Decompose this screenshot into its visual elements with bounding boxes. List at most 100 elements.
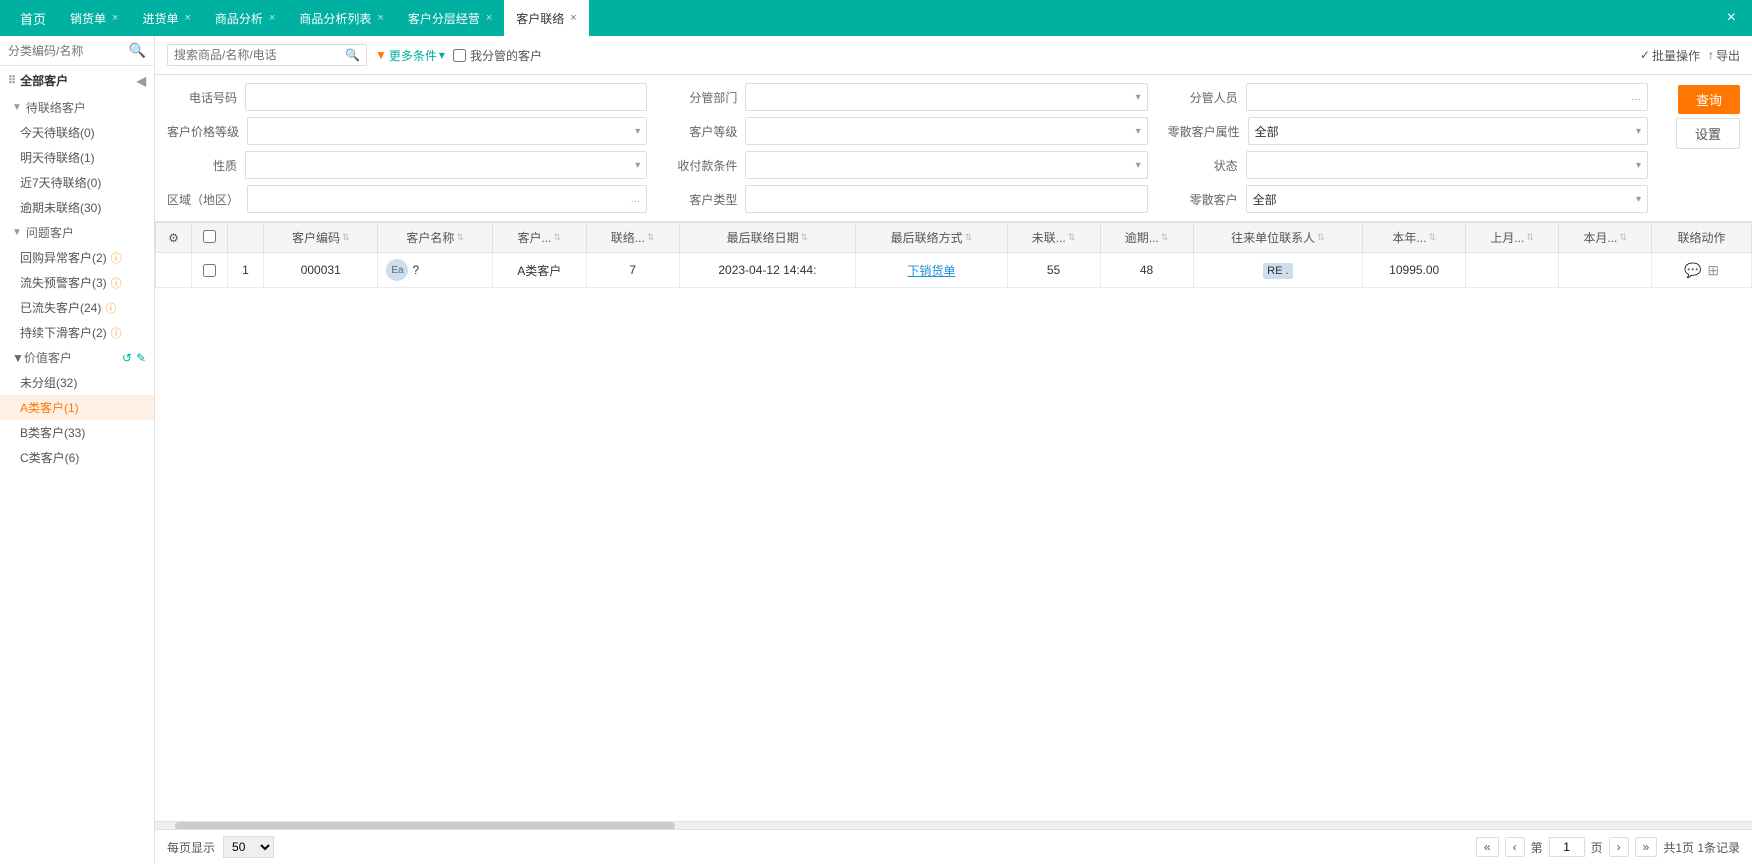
- action-icons: 💬 ⊞: [1660, 262, 1743, 279]
- th-check[interactable]: [192, 223, 228, 253]
- no-contact-sort-icon: ⇅: [1068, 232, 1076, 243]
- close-purchase-tab-icon[interactable]: ×: [184, 12, 190, 24]
- nav-tab-purchase[interactable]: 进货单 ×: [130, 0, 202, 36]
- sidebar-search-input[interactable]: [8, 44, 129, 58]
- sidebar-item-b-customers[interactable]: B类客户(33): [0, 420, 154, 445]
- sidebar-group-pending-contact[interactable]: ▼ 待联络客户: [0, 95, 154, 120]
- sidebar-search-icon[interactable]: 🔍: [129, 42, 146, 59]
- sidebar-item-unclassified[interactable]: 未分组(32): [0, 370, 154, 395]
- td-code-cell: 000031: [264, 253, 378, 288]
- qr-icon[interactable]: ⊞: [1707, 262, 1719, 279]
- batch-op-button[interactable]: ✓ 批量操作: [1640, 47, 1700, 64]
- sidebar-search-bar: 🔍: [0, 36, 154, 66]
- nav-tab-customer-contact[interactable]: 客户联络 ×: [504, 0, 588, 36]
- td-name-cell: Ea ?: [378, 253, 492, 288]
- export-button[interactable]: ↑ 导出: [1708, 47, 1740, 64]
- th-overdue[interactable]: 逾期... ⇅: [1100, 223, 1193, 253]
- filter-cell-region: 区域（地区） …: [167, 185, 647, 213]
- warn-icon-4: ⓘ: [111, 325, 122, 341]
- close-analysis-list-tab-icon[interactable]: ×: [377, 12, 383, 24]
- th-code[interactable]: 客户编码 ⇅: [264, 223, 378, 253]
- overdue-sort-icon: ⇅: [1161, 232, 1169, 243]
- sidebar-item-7days-contact[interactable]: 近7天待联络(0): [0, 170, 154, 195]
- th-no-contact[interactable]: 未联... ⇅: [1007, 223, 1100, 253]
- first-page-button[interactable]: «: [1476, 837, 1499, 857]
- last-date-sort-icon: ⇅: [801, 232, 809, 243]
- filter-search-input[interactable]: [174, 48, 345, 62]
- status-arrow-icon: ▾: [1636, 160, 1641, 171]
- nature-select[interactable]: ▾: [245, 151, 647, 179]
- sidebar-item-a-customers[interactable]: A类客户(1): [0, 395, 154, 420]
- row-checkbox[interactable]: [203, 264, 216, 277]
- sidebar-item-today-contact[interactable]: 今天待联络(0): [0, 120, 154, 145]
- this-month-sort-icon: ⇅: [1619, 232, 1627, 243]
- td-last-method-cell: 下销货单: [856, 253, 1007, 288]
- th-last-month[interactable]: 上月... ⇅: [1466, 223, 1559, 253]
- select-all-checkbox[interactable]: [203, 230, 216, 243]
- collapse-icon: ◀: [137, 74, 146, 88]
- sidebar-group-value-customers[interactable]: ▼ 价值客户 ↺ ✎: [0, 345, 154, 370]
- dept-select[interactable]: ▾: [745, 83, 1147, 111]
- retail-customer-arrow-icon: ▾: [1636, 194, 1641, 205]
- customer-type-select[interactable]: [745, 185, 1147, 213]
- triangle-icon3: ▼: [12, 351, 24, 365]
- filter-more-button[interactable]: ▼ 更多条件 ▾: [375, 47, 445, 64]
- nav-home[interactable]: 首页: [8, 9, 58, 28]
- query-button[interactable]: 查询: [1678, 85, 1740, 114]
- td-type-cell: A类客户: [492, 253, 586, 288]
- last-page-button[interactable]: »: [1635, 837, 1658, 857]
- filter-search-icon[interactable]: 🔍: [345, 48, 360, 62]
- refresh-icon[interactable]: ↺: [122, 351, 132, 365]
- close-all-tabs-button[interactable]: ×: [1719, 9, 1744, 27]
- per-page-select[interactable]: 50 100 200: [223, 836, 274, 858]
- sidebar-item-c-customers[interactable]: C类客户(6): [0, 445, 154, 470]
- sidebar-item-churned[interactable]: 已流失客户(24) ⓘ: [0, 295, 154, 320]
- sidebar-item-churn-warning[interactable]: 流失预警客户(3) ⓘ: [0, 270, 154, 295]
- phone-input[interactable]: [245, 83, 647, 111]
- horizontal-scrollbar[interactable]: [155, 821, 1752, 829]
- th-this-year[interactable]: 本年... ⇅: [1363, 223, 1466, 253]
- region-dots-icon: …: [630, 194, 640, 205]
- sidebar-group-problem-customers[interactable]: ▼ 问题客户: [0, 220, 154, 245]
- retail-customer-select[interactable]: 全部▾: [1246, 185, 1648, 213]
- th-last-date[interactable]: 最后联络日期 ⇅: [679, 223, 856, 253]
- settings-button[interactable]: 设置: [1676, 118, 1740, 149]
- edit-icon[interactable]: ✎: [136, 351, 146, 365]
- nav-tab-analysis-list[interactable]: 商品分析列表 ×: [287, 0, 395, 36]
- manager-select[interactable]: …: [1246, 83, 1648, 111]
- last-method-link[interactable]: 下销货单: [907, 264, 955, 278]
- triangle-icon2: ▼: [12, 227, 22, 238]
- close-segment-tab-icon[interactable]: ×: [486, 12, 492, 24]
- region-select[interactable]: …: [247, 185, 647, 213]
- my-customers-checkbox[interactable]: [453, 49, 466, 62]
- th-settings[interactable]: ⚙: [156, 223, 192, 253]
- prev-page-button[interactable]: ‹: [1505, 837, 1525, 857]
- retail-attr-select[interactable]: 全部▾: [1248, 117, 1648, 145]
- nav-tab-customer-segment[interactable]: 客户分层经营 ×: [396, 0, 504, 36]
- nav-tab-analysis[interactable]: 商品分析 ×: [203, 0, 287, 36]
- sidebar-item-tomorrow-contact[interactable]: 明天待联络(1): [0, 145, 154, 170]
- nav-tab-sales[interactable]: 销货单 ×: [58, 0, 130, 36]
- status-select[interactable]: ▾: [1246, 151, 1648, 179]
- next-page-button[interactable]: ›: [1609, 837, 1629, 857]
- message-icon[interactable]: 💬: [1684, 262, 1701, 279]
- sidebar-item-declining[interactable]: 持续下滑客户(2) ⓘ: [0, 320, 154, 345]
- sidebar-all-customers[interactable]: ⠿ 全部客户 ◀: [0, 66, 154, 95]
- close-sales-tab-icon[interactable]: ×: [112, 12, 118, 24]
- th-contact[interactable]: 联络... ⇅: [586, 223, 679, 253]
- close-analysis-tab-icon[interactable]: ×: [269, 12, 275, 24]
- close-contact-tab-icon[interactable]: ×: [570, 12, 576, 24]
- filter-cell-retail-customer: 零散客户 全部▾: [1168, 185, 1648, 213]
- th-name[interactable]: 客户名称 ⇅: [378, 223, 492, 253]
- payment-select[interactable]: ▾: [745, 151, 1147, 179]
- warn-icon-1: ⓘ: [111, 250, 122, 266]
- price-level-select[interactable]: ▾: [247, 117, 647, 145]
- sidebar-item-repurchase-abnormal[interactable]: 回购异常客户(2) ⓘ: [0, 245, 154, 270]
- customer-level-select[interactable]: ▾: [745, 117, 1147, 145]
- th-type[interactable]: 客户... ⇅: [492, 223, 586, 253]
- sidebar-item-overdue-contact[interactable]: 逾期未联络(30): [0, 195, 154, 220]
- page-input[interactable]: [1549, 837, 1585, 857]
- th-this-month[interactable]: 本月... ⇅: [1559, 223, 1652, 253]
- th-last-method[interactable]: 最后联络方式 ⇅: [856, 223, 1007, 253]
- th-unit-contact[interactable]: 往来单位联系人 ⇅: [1193, 223, 1363, 253]
